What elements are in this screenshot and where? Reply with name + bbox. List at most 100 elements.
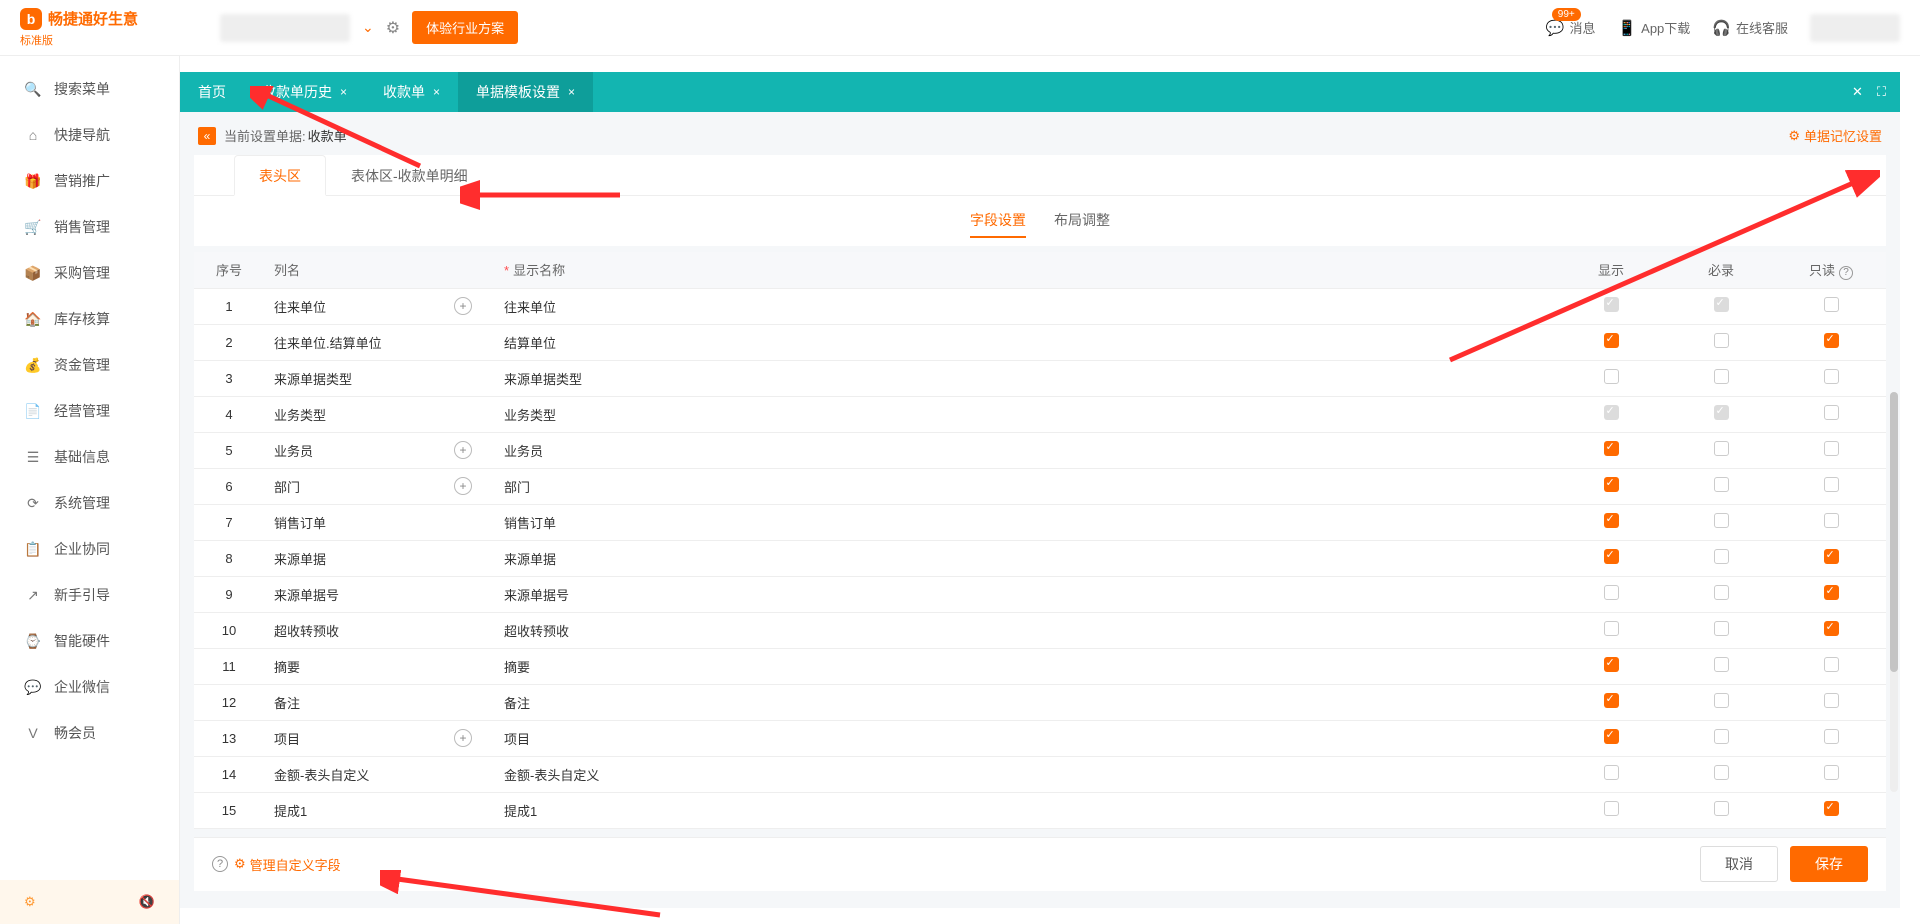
sidebar-item[interactable]: 📋企业协同 bbox=[0, 526, 179, 572]
sidebar-item[interactable]: 📄经营管理 bbox=[0, 388, 179, 434]
checkbox[interactable] bbox=[1714, 693, 1729, 708]
tenant-chevron-icon[interactable]: ⌄ bbox=[362, 19, 374, 36]
close-icon[interactable]: × bbox=[433, 85, 440, 99]
checkbox[interactable] bbox=[1714, 477, 1729, 492]
checkbox[interactable] bbox=[1824, 441, 1839, 456]
sidebar-item[interactable]: 💰资金管理 bbox=[0, 342, 179, 388]
tab-home[interactable]: 首页 bbox=[180, 72, 244, 112]
footer-sound-icon[interactable]: 🔇 bbox=[139, 894, 155, 910]
settings-icon[interactable]: ⚙ bbox=[386, 18, 400, 38]
checkbox[interactable] bbox=[1604, 477, 1619, 492]
sidebar-item[interactable]: ⟳系统管理 bbox=[0, 480, 179, 526]
help-circle-icon[interactable]: ? bbox=[212, 856, 228, 872]
add-icon[interactable]: + bbox=[454, 297, 472, 315]
sidebar-item[interactable]: ☰基础信息 bbox=[0, 434, 179, 480]
help-icon[interactable]: ? bbox=[1839, 266, 1853, 280]
messages-link[interactable]: 99+ 💬 消息 bbox=[1546, 18, 1596, 37]
add-icon[interactable]: + bbox=[454, 441, 472, 459]
cell-display-name[interactable]: 提成1 bbox=[494, 792, 1556, 828]
sidebar-item[interactable]: 💬企业微信 bbox=[0, 664, 179, 710]
experience-button[interactable]: 体验行业方案 bbox=[412, 11, 518, 44]
cell-display-name[interactable]: 业务员 bbox=[494, 432, 1556, 468]
cancel-button[interactable]: 取消 bbox=[1700, 846, 1778, 882]
checkbox[interactable] bbox=[1714, 657, 1729, 672]
sidebar-item[interactable]: 🏠库存核算 bbox=[0, 296, 179, 342]
cell-display-name[interactable]: 超收转预收 bbox=[494, 612, 1556, 648]
checkbox[interactable] bbox=[1824, 657, 1839, 672]
checkbox[interactable] bbox=[1824, 477, 1839, 492]
checkbox[interactable] bbox=[1824, 801, 1839, 816]
checkbox[interactable] bbox=[1604, 765, 1619, 780]
sidebar-item[interactable]: 🛒销售管理 bbox=[0, 204, 179, 250]
checkbox[interactable] bbox=[1604, 513, 1619, 528]
checkbox[interactable] bbox=[1824, 297, 1839, 312]
sidebar-item[interactable]: ↗新手引导 bbox=[0, 572, 179, 618]
checkbox[interactable] bbox=[1714, 801, 1729, 816]
cell-display-name[interactable]: 来源单据号 bbox=[494, 576, 1556, 612]
checkbox[interactable] bbox=[1604, 621, 1619, 636]
checkbox[interactable] bbox=[1604, 369, 1619, 384]
checkbox[interactable] bbox=[1824, 513, 1839, 528]
checkbox[interactable] bbox=[1824, 585, 1839, 600]
sidebar-item[interactable]: 📦采购管理 bbox=[0, 250, 179, 296]
cell-display-name[interactable]: 来源单据类型 bbox=[494, 360, 1556, 396]
checkbox[interactable] bbox=[1714, 549, 1729, 564]
checkbox[interactable] bbox=[1824, 729, 1839, 744]
checkbox[interactable] bbox=[1604, 801, 1619, 816]
checkbox[interactable] bbox=[1604, 333, 1619, 348]
save-button[interactable]: 保存 bbox=[1790, 846, 1868, 882]
tab-header-area[interactable]: 表头区 bbox=[234, 155, 326, 196]
cell-display-name[interactable]: 部门 bbox=[494, 468, 1556, 504]
subtab-field-settings[interactable]: 字段设置 bbox=[970, 210, 1026, 238]
tab-receipt-history[interactable]: 收款单历史× bbox=[244, 72, 365, 112]
checkbox[interactable] bbox=[1824, 693, 1839, 708]
subtab-layout-adjust[interactable]: 布局调整 bbox=[1054, 210, 1110, 238]
checkbox[interactable] bbox=[1604, 585, 1619, 600]
checkbox[interactable] bbox=[1714, 441, 1729, 456]
cell-display-name[interactable]: 销售订单 bbox=[494, 504, 1556, 540]
sidebar-item[interactable]: ⌂快捷导航 bbox=[0, 112, 179, 158]
checkbox[interactable] bbox=[1824, 405, 1839, 420]
customer-service-link[interactable]: 🎧 在线客服 bbox=[1712, 18, 1788, 37]
sidebar-item[interactable]: V畅会员 bbox=[0, 710, 179, 756]
checkbox[interactable] bbox=[1714, 621, 1729, 636]
memory-settings-link[interactable]: ⚙ 单据记忆设置 bbox=[1788, 126, 1882, 145]
add-icon[interactable]: + bbox=[454, 729, 472, 747]
checkbox[interactable] bbox=[1604, 657, 1619, 672]
checkbox[interactable] bbox=[1604, 729, 1619, 744]
tab-receipt[interactable]: 收款单× bbox=[365, 72, 458, 112]
collapse-chip-icon[interactable]: « bbox=[198, 127, 216, 145]
sidebar-item[interactable]: 🎁营销推广 bbox=[0, 158, 179, 204]
checkbox[interactable] bbox=[1824, 549, 1839, 564]
cell-display-name[interactable]: 项目 bbox=[494, 720, 1556, 756]
cell-display-name[interactable]: 备注 bbox=[494, 684, 1556, 720]
cell-display-name[interactable]: 结算单位 bbox=[494, 324, 1556, 360]
checkbox[interactable] bbox=[1824, 369, 1839, 384]
cell-display-name[interactable]: 摘要 bbox=[494, 648, 1556, 684]
cell-display-name[interactable]: 业务类型 bbox=[494, 396, 1556, 432]
checkbox[interactable] bbox=[1824, 333, 1839, 348]
cell-display-name[interactable]: 金额-表头自定义 bbox=[494, 756, 1556, 792]
manage-custom-fields-link[interactable]: ⚙ 管理自定义字段 bbox=[234, 855, 341, 874]
checkbox[interactable] bbox=[1714, 585, 1729, 600]
cell-display-name[interactable]: 往来单位 bbox=[494, 288, 1556, 324]
checkbox[interactable] bbox=[1604, 441, 1619, 456]
cell-display-name[interactable]: 来源单据 bbox=[494, 540, 1556, 576]
close-icon[interactable]: × bbox=[340, 85, 347, 99]
checkbox[interactable] bbox=[1714, 729, 1729, 744]
checkbox[interactable] bbox=[1604, 549, 1619, 564]
tabbar-fullscreen-icon[interactable]: ⛶ bbox=[1877, 84, 1886, 100]
checkbox[interactable] bbox=[1714, 369, 1729, 384]
checkbox[interactable] bbox=[1824, 765, 1839, 780]
scrollbar-track[interactable] bbox=[1890, 392, 1898, 792]
sidebar-item[interactable]: 🔍搜索菜单 bbox=[0, 66, 179, 112]
checkbox[interactable] bbox=[1714, 513, 1729, 528]
checkbox[interactable] bbox=[1714, 765, 1729, 780]
checkbox[interactable] bbox=[1824, 621, 1839, 636]
tab-body-area[interactable]: 表体区-收款单明细 bbox=[326, 155, 493, 195]
checkbox[interactable] bbox=[1604, 693, 1619, 708]
close-icon[interactable]: × bbox=[568, 85, 575, 99]
sidebar-item[interactable]: ⌚智能硬件 bbox=[0, 618, 179, 664]
tab-template-settings[interactable]: 单据模板设置× bbox=[458, 72, 593, 112]
add-icon[interactable]: + bbox=[454, 477, 472, 495]
